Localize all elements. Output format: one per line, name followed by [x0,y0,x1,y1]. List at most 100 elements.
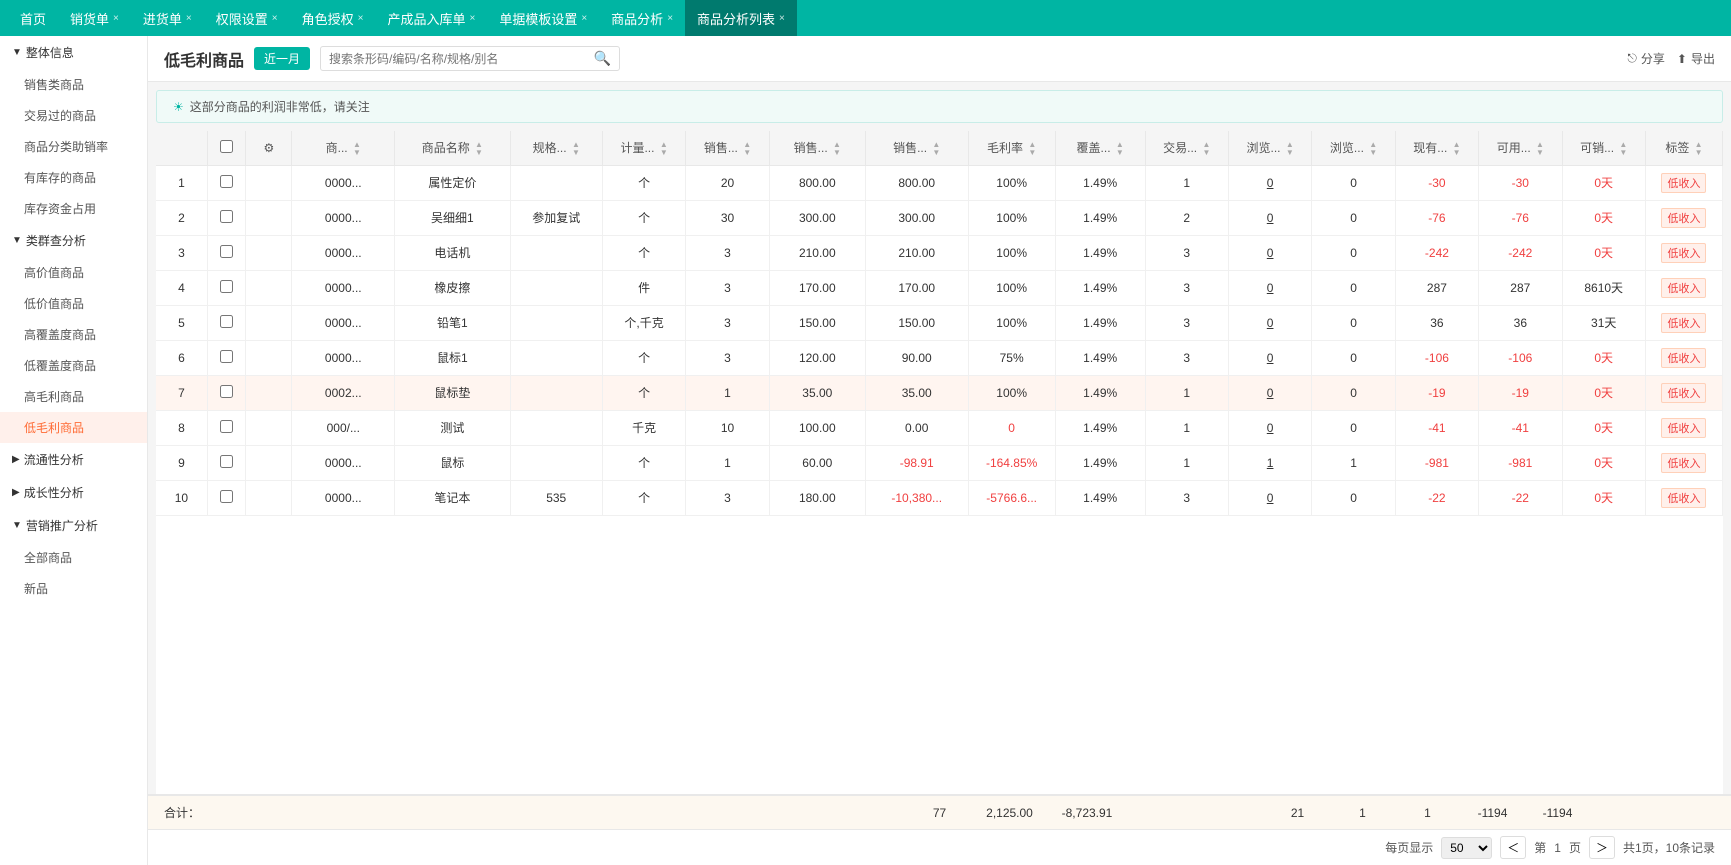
nav-product-analysis[interactable]: 商品分析 × [599,0,685,36]
sidebar-group-title-growth[interactable]: ▶ 成长性分析 [0,476,147,509]
nav-purchase-order[interactable]: 进货单 × [131,0,204,36]
cell-view1[interactable]: 0 [1228,270,1311,305]
period-button[interactable]: 近一月 [254,47,310,70]
cell-check[interactable] [207,270,245,305]
close-analysis-list[interactable]: × [779,13,785,24]
cell-view1[interactable]: 0 [1228,165,1311,200]
nav-role-auth[interactable]: 角色授权 × [290,0,376,36]
row-checkbox[interactable] [220,175,233,188]
col-header-trade[interactable]: 交易... ▲▼ [1145,131,1228,165]
close-product-entry[interactable]: × [469,13,475,24]
sidebar-item-high-margin[interactable]: 高毛利商品 [0,381,147,412]
search-input[interactable] [329,52,594,66]
nav-home[interactable]: 首页 [8,0,58,36]
sidebar-group-title-overview[interactable]: ▼ 整体信息 [0,36,147,69]
sidebar-item-high-value[interactable]: 高价值商品 [0,257,147,288]
row-checkbox[interactable] [220,420,233,433]
search-icon[interactable]: 🔍 [594,50,611,67]
footer-stock: -1194 [1460,806,1525,820]
row-checkbox[interactable] [220,455,233,468]
row-checkbox[interactable] [220,210,233,223]
sidebar-item-sales-goods[interactable]: 销售类商品 [0,69,147,100]
nav-product-entry[interactable]: 产成品入库单 × [375,0,487,36]
sidebar-item-new-goods[interactable]: 新品 [0,573,147,604]
col-header-view2[interactable]: 浏览... ▲▼ [1312,131,1395,165]
close-sales-order[interactable]: × [113,13,119,24]
cell-check[interactable] [207,375,245,410]
row-checkbox[interactable] [220,490,233,503]
next-page-button[interactable]: ＞ [1589,836,1615,859]
nav-permission[interactable]: 权限设置 × [204,0,290,36]
cell-check[interactable] [207,445,245,480]
col-header-name[interactable]: 商品名称 ▲▼ [395,131,510,165]
sidebar-group-title-marketing[interactable]: ▼ 营销推广分析 [0,509,147,542]
col-header-sale-amt[interactable]: 销售... ▲▼ [865,131,968,165]
col-header-cover[interactable]: 覆盖... ▲▼ [1055,131,1145,165]
col-header-spec[interactable]: 规格... ▲▼ [510,131,602,165]
export-button[interactable]: ⬆ 导出 [1677,50,1715,67]
nav-analysis-list[interactable]: 商品分析列表 × [685,0,797,36]
nav-template-settings[interactable]: 单据模板设置 × [487,0,599,36]
sidebar-item-traded-goods[interactable]: 交易过的商品 [0,100,147,131]
row-checkbox[interactable] [220,385,233,398]
cell-view1[interactable]: 0 [1228,235,1311,270]
row-checkbox[interactable] [220,280,233,293]
col-header-check[interactable] [207,131,245,165]
cell-view1[interactable]: 0 [1228,480,1311,515]
close-permission[interactable]: × [272,13,278,24]
nav-sales-order[interactable]: 销货单 × [58,0,131,36]
sidebar-item-capital[interactable]: 库存资金占用 [0,193,147,224]
cell-view1[interactable]: 0 [1228,305,1311,340]
col-header-view1[interactable]: 浏览... ▲▼ [1228,131,1311,165]
sidebar-group-title-liquidity[interactable]: ▶ 流通性分析 [0,443,147,476]
cell-view1[interactable]: 0 [1228,410,1311,445]
sidebar-item-in-stock[interactable]: 有库存的商品 [0,162,147,193]
sidebar-group-title-segment[interactable]: ▼ 类群查分析 [0,224,147,257]
data-table-container[interactable]: ⚙ 商... ▲▼ 商品名称 ▲▼ 规格... ▲▼ 计量... ▲▼ 销售..… [156,131,1723,794]
cell-stock: 36 [1395,305,1478,340]
cell-check[interactable] [207,165,245,200]
close-role-auth[interactable]: × [358,13,364,24]
close-purchase-order[interactable]: × [186,13,192,24]
cell-check[interactable] [207,410,245,445]
cell-view1[interactable]: 0 [1228,375,1311,410]
col-header-code[interactable]: 商... ▲▼ [292,131,395,165]
cell-gross-rate: 100% [968,305,1055,340]
col-header-tag[interactable]: 标签 ▲▼ [1645,131,1722,165]
share-button[interactable]: ⎋ 分享 [1627,50,1665,67]
cell-check[interactable] [207,200,245,235]
col-header-salable[interactable]: 可销... ▲▼ [1562,131,1645,165]
sidebar-item-low-value[interactable]: 低价值商品 [0,288,147,319]
col-header-sale-qty[interactable]: 销售... ▲▼ [686,131,769,165]
cell-view1[interactable]: 0 [1228,200,1311,235]
col-header-unit[interactable]: 计量... ▲▼ [602,131,685,165]
sidebar-item-high-coverage[interactable]: 高覆盖度商品 [0,319,147,350]
sidebar-item-low-coverage[interactable]: 低覆盖度商品 [0,350,147,381]
close-template-settings[interactable]: × [581,13,587,24]
table-row: 10 0000... 笔记本 535 个 3 180.00 -10,380...… [156,480,1723,515]
col-header-settings[interactable]: ⚙ [246,131,292,165]
cell-view1[interactable]: 0 [1228,340,1311,375]
cell-check[interactable] [207,235,245,270]
select-all-checkbox[interactable] [220,140,233,153]
prev-page-button[interactable]: ＜ [1500,836,1526,859]
table-row: 4 0000... 橡皮擦 件 3 170.00 170.00 100% 1.4… [156,270,1723,305]
per-page-select[interactable]: 50 20 100 [1441,837,1492,859]
col-header-stock[interactable]: 现有... ▲▼ [1395,131,1478,165]
sidebar-item-category-rate[interactable]: 商品分类助销率 [0,131,147,162]
row-checkbox[interactable] [220,350,233,363]
close-product-analysis[interactable]: × [667,13,673,24]
sidebar-item-low-margin[interactable]: 低毛利商品 [0,412,147,443]
col-header-sale-price[interactable]: 销售... ▲▼ [769,131,865,165]
cell-view2: 0 [1312,410,1395,445]
cell-check[interactable] [207,340,245,375]
sidebar-item-all-goods[interactable]: 全部商品 [0,542,147,573]
cell-check[interactable] [207,480,245,515]
cell-avail: 36 [1479,305,1562,340]
row-checkbox[interactable] [220,315,233,328]
row-checkbox[interactable] [220,245,233,258]
col-header-avail[interactable]: 可用... ▲▼ [1479,131,1562,165]
col-header-gross[interactable]: 毛利率 ▲▼ [968,131,1055,165]
cell-view1[interactable]: 1 [1228,445,1311,480]
cell-check[interactable] [207,305,245,340]
